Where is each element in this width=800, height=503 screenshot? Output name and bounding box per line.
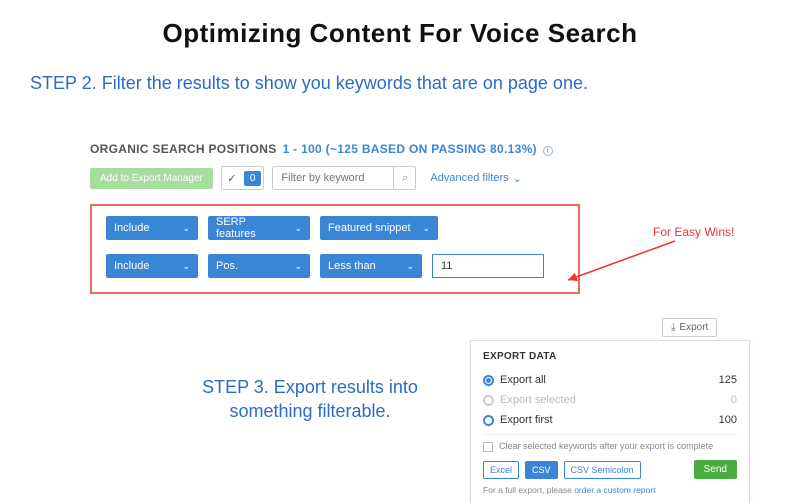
filter2-field-dropdown[interactable]: Pos. ⌄ xyxy=(208,254,310,278)
chevron-down-icon: ⌄ xyxy=(513,172,522,185)
chevron-down-icon: ⌄ xyxy=(406,261,414,272)
advanced-filters-link[interactable]: Advanced filters ⌄ xyxy=(430,172,521,185)
export-option-first-label: Export first xyxy=(500,414,553,426)
chevron-down-icon: ⌄ xyxy=(422,223,430,234)
format-csv-button[interactable]: CSV xyxy=(525,461,558,479)
filter1-field-label: SERP features xyxy=(216,216,286,240)
export-option-selected-count: 0 xyxy=(731,394,737,406)
keyword-filter-input[interactable] xyxy=(273,167,393,189)
filter1-condition-dropdown[interactable]: Include ⌄ xyxy=(106,216,198,240)
filter2-field-label: Pos. xyxy=(216,260,238,272)
search-icon[interactable]: ⌕ xyxy=(393,167,415,189)
export-panel-title: EXPORT DATA xyxy=(483,351,737,362)
filter-row-2: Include ⌄ Pos. ⌄ Less than ⌄ xyxy=(106,254,564,278)
download-icon: ⤓ xyxy=(671,322,675,333)
filter-row-1: Include ⌄ SERP features ⌄ Featured snippet… xyxy=(106,216,564,240)
format-excel-button[interactable]: Excel xyxy=(483,461,519,479)
filter2-condition-dropdown[interactable]: Include ⌄ xyxy=(106,254,198,278)
keyword-filter: ⌕ xyxy=(272,166,416,190)
selection-count-badge: 0 xyxy=(244,171,262,186)
panel-heading-label: ORGANIC SEARCH POSITIONS xyxy=(90,142,277,156)
annotation-easy-wins: For Easy Wins! xyxy=(653,225,734,239)
custom-report-link[interactable]: order a custom report xyxy=(574,485,655,495)
step2-text: STEP 2. Filter the results to show you k… xyxy=(0,49,800,104)
results-range: 1 - 100 (~125 BASED ON PASSING 80.13%) xyxy=(283,142,537,156)
check-icon: ✓ xyxy=(222,172,242,185)
export-button[interactable]: ⤓ Export xyxy=(662,318,717,337)
chevron-down-icon: ⌄ xyxy=(182,223,190,234)
export-option-selected-label: Export selected xyxy=(500,394,576,406)
filter1-field-dropdown[interactable]: SERP features ⌄ xyxy=(208,216,310,240)
filter2-condition-label: Include xyxy=(114,260,149,272)
filter1-value-dropdown[interactable]: Featured snippet ⌄ xyxy=(320,216,438,240)
toolbar: Add to Export Manager ✓ 0 ⌕ Advanced fil… xyxy=(90,166,710,190)
chevron-down-icon: ⌄ xyxy=(182,261,190,272)
filter-highlight-box: Include ⌄ SERP features ⌄ Featured snippet… xyxy=(90,204,580,294)
export-option-first[interactable]: Export first 100 xyxy=(483,410,737,430)
chevron-down-icon: ⌄ xyxy=(294,223,302,234)
add-export-manager-button[interactable]: Add to Export Manager xyxy=(90,168,213,189)
clear-after-export-label: Clear selected keywords after your expor… xyxy=(499,441,713,452)
step3-line1: STEP 3. Export results into xyxy=(202,377,418,397)
radio-icon xyxy=(483,375,494,386)
chevron-down-icon: ⌄ xyxy=(294,261,302,272)
export-footer: For a full export, please order a custom… xyxy=(483,485,737,495)
export-footer-text: For a full export, please xyxy=(483,485,574,495)
checkbox-icon xyxy=(483,442,493,452)
selection-toggle[interactable]: ✓ 0 xyxy=(221,166,265,190)
export-option-selected[interactable]: Export selected 0 xyxy=(483,390,737,410)
filter2-value-input[interactable] xyxy=(432,254,544,278)
filter1-value-label: Featured snippet xyxy=(328,222,411,234)
tool-panel: ORGANIC SEARCH POSITIONS 1 - 100 (~125 B… xyxy=(90,142,710,294)
export-data-panel: EXPORT DATA Export all 125 Export select… xyxy=(470,340,750,503)
export-option-all[interactable]: Export all 125 xyxy=(483,370,737,390)
step3-line2: something filterable. xyxy=(229,401,390,421)
advanced-filters-label: Advanced filters xyxy=(430,172,508,184)
clear-after-export[interactable]: Clear selected keywords after your expor… xyxy=(483,434,737,452)
filter2-operator-dropdown[interactable]: Less than ⌄ xyxy=(320,254,422,278)
export-option-all-label: Export all xyxy=(500,374,546,386)
export-button-label: Export xyxy=(679,322,708,333)
step3-text: STEP 3. Export results into something fi… xyxy=(140,375,480,424)
export-button-wrap: ⤓ Export xyxy=(662,318,717,337)
filter2-operator-label: Less than xyxy=(328,260,376,272)
radio-icon xyxy=(483,415,494,426)
panel-heading: ORGANIC SEARCH POSITIONS 1 - 100 (~125 B… xyxy=(90,142,710,156)
export-option-first-count: 100 xyxy=(719,414,737,426)
radio-icon xyxy=(483,395,494,406)
format-csv-semicolon-button[interactable]: CSV Semicolon xyxy=(564,461,641,479)
format-row: Excel CSV CSV Semicolon Send xyxy=(483,460,737,479)
send-button[interactable]: Send xyxy=(694,460,737,479)
page-title: Optimizing Content For Voice Search xyxy=(0,0,800,49)
filter1-condition-label: Include xyxy=(114,222,149,234)
export-option-all-count: 125 xyxy=(719,374,737,386)
info-icon[interactable]: i xyxy=(543,146,553,156)
